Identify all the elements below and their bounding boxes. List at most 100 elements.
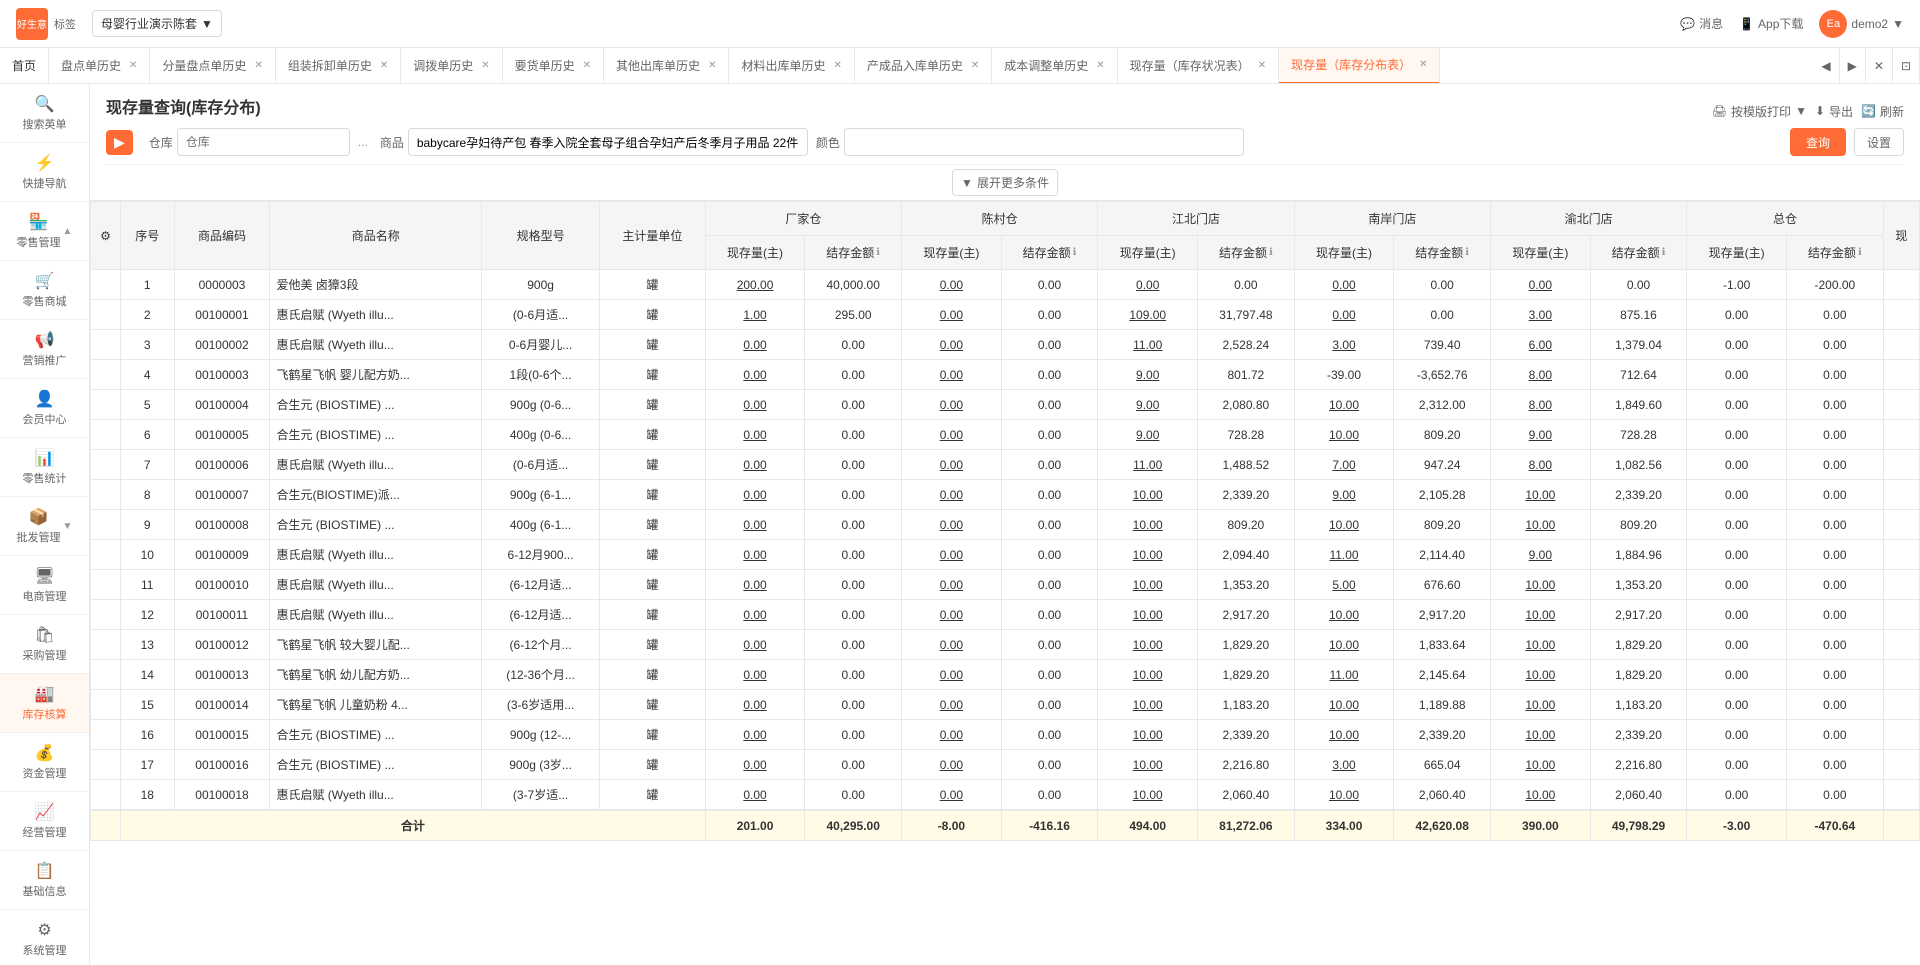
- cell-jb-qty[interactable]: 10.00: [1098, 630, 1198, 660]
- cell-chen-qty[interactable]: 0.00: [902, 270, 1002, 300]
- cell-yb-qty[interactable]: 10.00: [1490, 600, 1590, 630]
- tab-combo[interactable]: 组装拆卸单历史 ✕: [276, 48, 401, 84]
- cell-chen-qty[interactable]: 0.00: [902, 510, 1002, 540]
- cell-jb-qty[interactable]: 11.00: [1098, 450, 1198, 480]
- tab-stock-dist[interactable]: 现存量（库存分布表） ✕: [1279, 48, 1440, 84]
- goods-input[interactable]: [408, 128, 808, 156]
- cell-fac-qty[interactable]: 0.00: [705, 600, 805, 630]
- cell-fac-qty[interactable]: 0.00: [705, 390, 805, 420]
- cell-fac-qty[interactable]: 0.00: [705, 480, 805, 510]
- cell-na-qty[interactable]: 10.00: [1294, 600, 1394, 630]
- cell-chen-qty[interactable]: 0.00: [902, 360, 1002, 390]
- cell-tot-qty[interactable]: 0.00: [1687, 510, 1787, 540]
- sidebar-item-retail-stats[interactable]: 📊 零售统计: [0, 438, 89, 497]
- cell-jb-qty[interactable]: 10.00: [1098, 660, 1198, 690]
- tab-close-icon[interactable]: ✕: [254, 60, 262, 71]
- cell-chen-qty[interactable]: 0.00: [902, 390, 1002, 420]
- tab-alloc[interactable]: 调拨单历史 ✕: [401, 48, 502, 84]
- cell-jb-qty[interactable]: 10.00: [1098, 510, 1198, 540]
- query-btn[interactable]: 查询: [1790, 128, 1846, 156]
- cell-yb-qty[interactable]: 9.00: [1490, 540, 1590, 570]
- sidebar-item-finance[interactable]: 💰 资金管理: [0, 733, 89, 792]
- cell-jb-qty[interactable]: 10.00: [1098, 750, 1198, 780]
- cell-na-qty[interactable]: 10.00: [1294, 630, 1394, 660]
- expand-conditions-btn[interactable]: ▼ 展开更多条件: [952, 169, 1058, 196]
- collapse-filter-btn[interactable]: ▶: [106, 130, 133, 155]
- cell-tot-qty[interactable]: 0.00: [1687, 330, 1787, 360]
- sidebar-item-marketing[interactable]: 📢 营销推广: [0, 320, 89, 379]
- tab-expand-btn[interactable]: ⊡: [1893, 48, 1920, 84]
- cell-tot-qty[interactable]: 0.00: [1687, 780, 1787, 811]
- cell-tot-qty[interactable]: 0.00: [1687, 660, 1787, 690]
- cell-chen-qty[interactable]: 0.00: [902, 480, 1002, 510]
- tab-close-icon[interactable]: ✕: [380, 60, 388, 71]
- tab-home[interactable]: 首页: [0, 48, 49, 84]
- warehouse-dots[interactable]: ...: [354, 135, 372, 149]
- cell-fac-qty[interactable]: 0.00: [705, 630, 805, 660]
- cell-jb-qty[interactable]: 9.00: [1098, 420, 1198, 450]
- cell-fac-qty[interactable]: 0.00: [705, 660, 805, 690]
- cell-na-qty[interactable]: 10.00: [1294, 420, 1394, 450]
- cell-yb-qty[interactable]: 8.00: [1490, 450, 1590, 480]
- tab-close-icon[interactable]: ✕: [1258, 60, 1266, 71]
- cell-tot-qty[interactable]: 0.00: [1687, 690, 1787, 720]
- cell-chen-qty[interactable]: 0.00: [902, 330, 1002, 360]
- cell-na-qty[interactable]: 7.00: [1294, 450, 1394, 480]
- cell-yb-qty[interactable]: 10.00: [1490, 780, 1590, 811]
- sidebar-item-base[interactable]: 📋 基础信息: [0, 851, 89, 910]
- cell-fac-qty[interactable]: 0.00: [705, 570, 805, 600]
- cell-jb-qty[interactable]: 10.00: [1098, 780, 1198, 811]
- cell-jb-qty[interactable]: 11.00: [1098, 330, 1198, 360]
- cell-jb-qty[interactable]: 9.00: [1098, 390, 1198, 420]
- cell-yb-qty[interactable]: 10.00: [1490, 750, 1590, 780]
- sidebar-item-wholesale[interactable]: 📦 批发管理 ▼: [0, 497, 89, 556]
- cell-na-qty[interactable]: 3.00: [1294, 330, 1394, 360]
- tab-close-icon[interactable]: ✕: [583, 60, 591, 71]
- export-btn[interactable]: ⬇ 导出: [1815, 103, 1853, 120]
- cell-na-qty[interactable]: 5.00: [1294, 570, 1394, 600]
- cell-jb-qty[interactable]: 10.00: [1098, 600, 1198, 630]
- cell-tot-qty[interactable]: 0.00: [1687, 630, 1787, 660]
- cell-yb-qty[interactable]: 0.00: [1490, 270, 1590, 300]
- cell-yb-qty[interactable]: 10.00: [1490, 570, 1590, 600]
- cell-fac-qty[interactable]: 0.00: [705, 360, 805, 390]
- cell-na-qty[interactable]: 10.00: [1294, 510, 1394, 540]
- tab-close-all-btn[interactable]: ✕: [1866, 48, 1893, 84]
- color-input[interactable]: [844, 128, 1244, 156]
- cell-fac-qty[interactable]: 200.00: [705, 270, 805, 300]
- cell-yb-qty[interactable]: 10.00: [1490, 660, 1590, 690]
- cell-fac-qty[interactable]: 0.00: [705, 510, 805, 540]
- refresh-btn[interactable]: 🔄 刷新: [1861, 103, 1904, 120]
- cell-na-qty[interactable]: 10.00: [1294, 690, 1394, 720]
- cell-tot-qty[interactable]: 0.00: [1687, 420, 1787, 450]
- cell-fac-qty[interactable]: 0.00: [705, 420, 805, 450]
- cell-chen-qty[interactable]: 0.00: [902, 660, 1002, 690]
- settings-btn[interactable]: 设置: [1854, 128, 1904, 156]
- cell-na-qty[interactable]: 3.00: [1294, 750, 1394, 780]
- cell-tot-qty[interactable]: -1.00: [1687, 270, 1787, 300]
- cell-yb-qty[interactable]: 10.00: [1490, 720, 1590, 750]
- cell-jb-qty[interactable]: 10.00: [1098, 540, 1198, 570]
- cell-na-qty[interactable]: 10.00: [1294, 780, 1394, 811]
- cell-chen-qty[interactable]: 0.00: [902, 450, 1002, 480]
- cell-chen-qty[interactable]: 0.00: [902, 540, 1002, 570]
- cell-na-qty[interactable]: 0.00: [1294, 270, 1394, 300]
- cell-na-qty[interactable]: 0.00: [1294, 300, 1394, 330]
- cell-na-qty[interactable]: 10.00: [1294, 390, 1394, 420]
- cell-fac-qty[interactable]: 0.00: [705, 540, 805, 570]
- user-area[interactable]: Ea demo2 ▼: [1819, 10, 1904, 38]
- cell-tot-qty[interactable]: 0.00: [1687, 390, 1787, 420]
- tab-split-inventory[interactable]: 分量盘点单历史 ✕: [150, 48, 275, 84]
- cell-tot-qty[interactable]: 0.00: [1687, 450, 1787, 480]
- cell-na-qty[interactable]: 11.00: [1294, 540, 1394, 570]
- cell-chen-qty[interactable]: 0.00: [902, 600, 1002, 630]
- sidebar-item-stock[interactable]: 🏭 库存核算: [0, 674, 89, 733]
- cell-chen-qty[interactable]: 0.00: [902, 720, 1002, 750]
- cell-jb-qty[interactable]: 10.00: [1098, 690, 1198, 720]
- tab-inventory-history[interactable]: 盘点单历史 ✕: [49, 48, 150, 84]
- cell-jb-qty[interactable]: 10.00: [1098, 720, 1198, 750]
- tab-other-out[interactable]: 其他出库单历史 ✕: [604, 48, 729, 84]
- cell-jb-qty[interactable]: 109.00: [1098, 300, 1198, 330]
- cell-jb-qty[interactable]: 10.00: [1098, 570, 1198, 600]
- tab-close-icon[interactable]: ✕: [481, 60, 489, 71]
